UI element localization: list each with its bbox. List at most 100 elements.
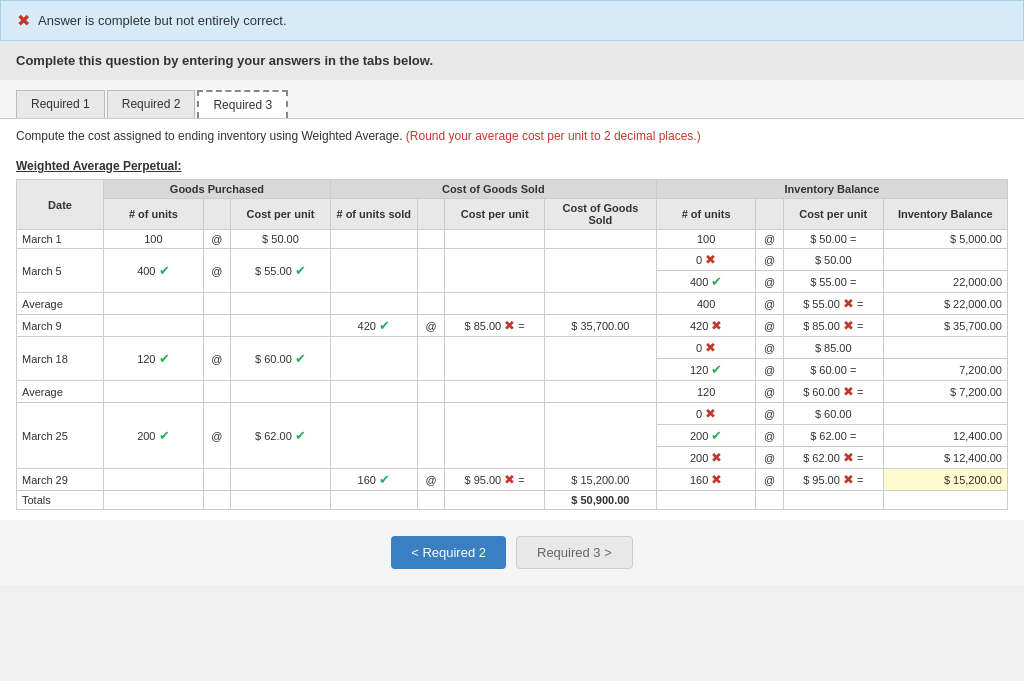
tab-required3[interactable]: Required 3	[197, 90, 288, 118]
cell-ib-at: @	[756, 230, 784, 249]
error-icon: ✖	[17, 11, 30, 30]
cell-date: March 5	[17, 249, 104, 293]
table-row: March 18 120 ✔ @ $ 60.00 ✔ 0 ✖ @ $ 85.00	[17, 337, 1008, 359]
cell-gp-units	[104, 469, 204, 491]
cell-cogs-total	[544, 337, 656, 381]
cell-ib-bal: $ 35,700.00	[883, 315, 1007, 337]
cell-date: March 1	[17, 230, 104, 249]
cell-date: March 18	[17, 337, 104, 381]
cell-ib-at: @	[756, 293, 784, 315]
cell-ib-cost: $ 95.00 ✖ =	[783, 469, 883, 491]
cell-ib-cost: $ 60.00	[783, 403, 883, 425]
cell-cogs-at	[417, 230, 445, 249]
cell-cogs-units	[330, 491, 417, 510]
cell-ib-bal	[883, 337, 1007, 359]
cell-ib-cost: $ 60.00 ✖ =	[783, 381, 883, 403]
col-date: Date	[17, 180, 104, 230]
cell-gp-at: @	[203, 230, 231, 249]
cell-ib-bal: $ 5,000.00	[883, 230, 1007, 249]
cell-cogs-at	[417, 403, 445, 469]
cell-ib-at: @	[756, 337, 784, 359]
cell-gp-cost: $ 62.00 ✔	[231, 403, 331, 469]
subhdr-cogs-total: Cost of Goods Sold	[544, 199, 656, 230]
table-row-average: Average 120 @ $ 60.00 ✖ = $ 7,200.00	[17, 381, 1008, 403]
tabs-container: Required 1 Required 2 Required 3	[0, 80, 1024, 119]
cell-ib-bal	[883, 491, 1007, 510]
cell-ib-bal: 22,000.00	[883, 271, 1007, 293]
cell-ib-units: 0 ✖	[656, 249, 756, 271]
cell-ib-units: 400 ✔	[656, 271, 756, 293]
prev-button[interactable]: < Required 2	[391, 536, 506, 569]
table-row: March 1 100 @ $ 50.00 100 @ $ 50.00 = $ …	[17, 230, 1008, 249]
instruction-bar: Complete this question by entering your …	[0, 41, 1024, 80]
cell-ib-bal: $ 7,200.00	[883, 381, 1007, 403]
subhdr-ib-cost: Cost per unit	[783, 199, 883, 230]
subhdr-cogs-units: # of units sold	[330, 199, 417, 230]
cell-ib-bal: 12,400.00	[883, 425, 1007, 447]
cell-gp-cost	[231, 315, 331, 337]
cell-ib-units: 160 ✖	[656, 469, 756, 491]
subhdr-cogs-cost: Cost per unit	[445, 199, 545, 230]
cell-cogs-total	[544, 381, 656, 403]
header-inventory-balance: Inventory Balance	[656, 180, 1007, 199]
cell-cogs-total	[544, 403, 656, 469]
cell-gp-units	[104, 315, 204, 337]
cell-gp-at	[203, 491, 231, 510]
cell-gp-units: 200 ✔	[104, 403, 204, 469]
cell-cogs-total: $ 15,200.00	[544, 469, 656, 491]
header-cogs: Cost of Goods Sold	[330, 180, 656, 199]
cell-ib-units: 120 ✔	[656, 359, 756, 381]
cell-cogs-units	[330, 293, 417, 315]
cell-gp-cost	[231, 491, 331, 510]
tab-required1[interactable]: Required 1	[16, 90, 105, 118]
cell-cogs-total	[544, 293, 656, 315]
cell-ib-cost: $ 85.00	[783, 337, 883, 359]
cell-gp-units	[104, 381, 204, 403]
cell-gp-cost	[231, 381, 331, 403]
next-button[interactable]: Required 3 >	[516, 536, 633, 569]
cell-cogs-total	[544, 230, 656, 249]
cell-ib-bal: $ 22,000.00	[883, 293, 1007, 315]
cell-cogs-units	[330, 230, 417, 249]
cell-ib-cost	[783, 491, 883, 510]
cell-cogs-cost	[445, 381, 545, 403]
cell-ib-bal: $ 15,200.00	[883, 469, 1007, 491]
cell-gp-at: @	[203, 403, 231, 469]
table-row: March 29 160 ✔ @ $ 95.00 ✖ = $ 15,200.00…	[17, 469, 1008, 491]
cell-date: Average	[17, 381, 104, 403]
cell-cogs-cost	[445, 403, 545, 469]
cell-date: Totals	[17, 491, 104, 510]
cell-cogs-cost: $ 85.00 ✖ =	[445, 315, 545, 337]
subhdr-gp-cost: Cost per unit	[231, 199, 331, 230]
cell-cogs-total: $ 35,700.00	[544, 315, 656, 337]
cell-cogs-units: 420 ✔	[330, 315, 417, 337]
cell-gp-cost: $ 55.00 ✔	[231, 249, 331, 293]
cell-ib-units: 420 ✖	[656, 315, 756, 337]
cell-ib-at: @	[756, 403, 784, 425]
banner-message: Answer is complete but not entirely corr…	[38, 13, 287, 28]
cell-cogs-total	[544, 249, 656, 293]
cell-cogs-units	[330, 381, 417, 403]
cell-gp-cost: $ 60.00 ✔	[231, 337, 331, 381]
cell-cogs-cost	[445, 491, 545, 510]
cell-cogs-units	[330, 403, 417, 469]
cell-gp-units	[104, 491, 204, 510]
cell-gp-units	[104, 293, 204, 315]
cell-gp-units: 400 ✔	[104, 249, 204, 293]
cell-cogs-cost	[445, 249, 545, 293]
section-title: Weighted Average Perpetual:	[16, 159, 1008, 173]
cell-cogs-cost	[445, 230, 545, 249]
cell-ib-units: 0 ✖	[656, 403, 756, 425]
question-text: Compute the cost assigned to ending inve…	[0, 119, 1024, 153]
cell-gp-at	[203, 381, 231, 403]
cell-cogs-units	[330, 249, 417, 293]
table-row: March 9 420 ✔ @ $ 85.00 ✖ = $ 35,700.00 …	[17, 315, 1008, 337]
table-row: March 5 400 ✔ @ $ 55.00 ✔ 0 ✖ @ $ 50.00	[17, 249, 1008, 271]
cell-ib-at: @	[756, 249, 784, 271]
cell-gp-units: 100	[104, 230, 204, 249]
cell-gp-cost	[231, 469, 331, 491]
cell-gp-at	[203, 469, 231, 491]
tab-required2[interactable]: Required 2	[107, 90, 196, 118]
cell-ib-at	[756, 491, 784, 510]
footer-nav: < Required 2 Required 3 >	[0, 520, 1024, 585]
